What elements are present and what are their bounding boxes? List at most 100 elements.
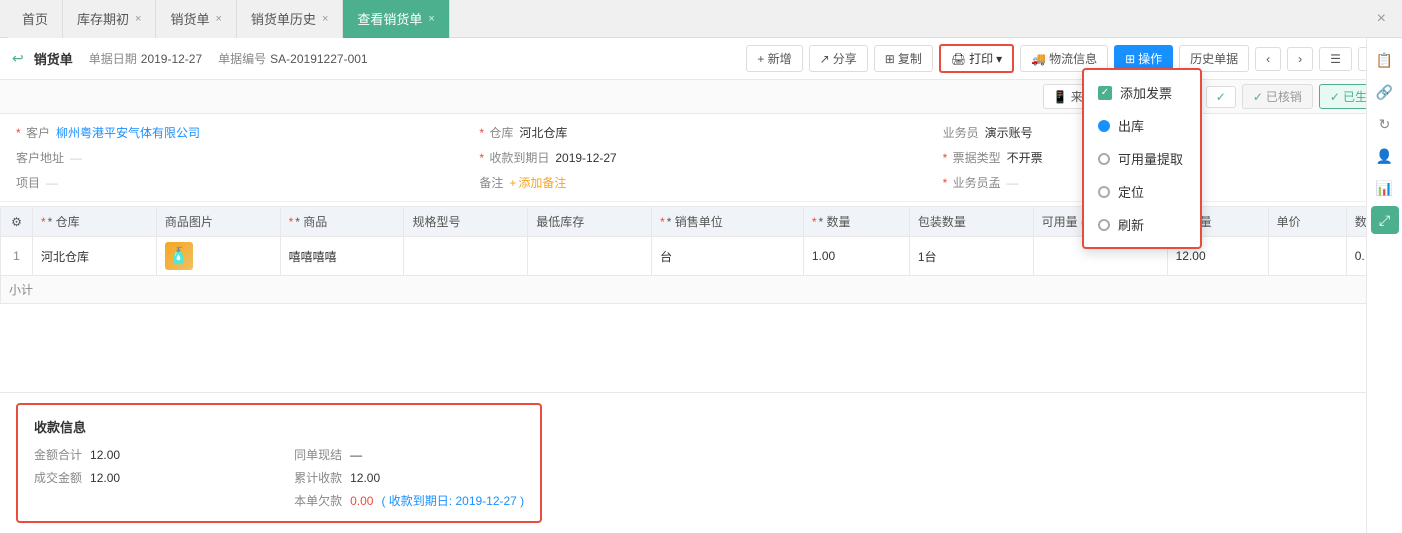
locate-icon: [1098, 186, 1110, 198]
refresh-icon: [1098, 219, 1110, 231]
next-doc-button[interactable]: ›: [1287, 47, 1313, 71]
tab-sales-history[interactable]: 销货单历史 ×: [237, 0, 343, 38]
payment-info-title: 收款信息: [34, 417, 524, 436]
locate-item[interactable]: 定位: [1084, 175, 1200, 208]
outbound-item[interactable]: 出库: [1084, 109, 1200, 142]
note-label: 备注: [479, 174, 503, 191]
tab-sales-label: 销货单: [170, 9, 209, 28]
customer-row: * * 客户 客户 柳州粤港平安气体有限公司: [16, 124, 459, 141]
col-image: 商品图片: [156, 207, 280, 237]
refresh-label: 刷新: [1118, 215, 1144, 234]
sales-staff-label: * 业务员孟: [943, 174, 1001, 191]
doc-number-item: 单据编号 SA-20191227-001: [218, 50, 367, 67]
row-warehouse: 河北仓库: [33, 237, 157, 276]
tab-view-sales-close[interactable]: ×: [428, 13, 434, 25]
subtotal-row: 小计: [1, 276, 1402, 304]
row-image: 🧴: [156, 237, 280, 276]
toolbar-actions: + 新增 ↗ 分享 ⊞ 复制 🖨 打印 ▾ 🚚 物流信息 ⊞ 操作: [746, 44, 1390, 73]
mobile-icon: 📱: [1053, 90, 1068, 104]
cumulative-payment-value: 12.00: [350, 471, 380, 485]
outbound-label: 出库: [1118, 116, 1144, 135]
logistics-button-label: 物流信息: [1049, 50, 1097, 67]
tab-inventory-close[interactable]: ×: [135, 13, 141, 25]
doc-number-value: SA-20191227-001: [270, 52, 367, 66]
row-price: [1268, 237, 1346, 276]
payment-date-row: * 收款到期日 2019-12-27: [479, 149, 922, 166]
sidebar-note-icon[interactable]: 📋: [1371, 46, 1399, 74]
list-view-button[interactable]: ☰: [1319, 47, 1352, 71]
doc-date-label: 单据日期: [89, 50, 137, 67]
sidebar-refresh-icon[interactable]: ↻: [1371, 110, 1399, 138]
tabs-bar: 首页 库存期初 × 销货单 × 销货单历史 × 查看销货单 × ×: [0, 0, 1402, 38]
tab-view-sales[interactable]: 查看销货单 ×: [343, 0, 449, 38]
print-dropdown-icon: ▾: [996, 52, 1002, 66]
add-invoice-item[interactable]: ✓ 添加发票: [1084, 76, 1200, 109]
doc-meta: 单据日期 2019-12-27 单据编号 SA-20191227-001: [89, 50, 368, 67]
col-min-stock: 最低库存: [528, 207, 652, 237]
cancelled-label: 已核销: [1266, 88, 1302, 105]
cumulative-payment-label: 累计收款: [294, 469, 342, 486]
cancelled-check-icon: ✓: [1253, 90, 1263, 104]
project-value: —: [46, 176, 58, 190]
doc-type-icon: ↩: [12, 50, 24, 67]
list-view-icon: ☰: [1330, 52, 1341, 66]
doc-date-value: 2019-12-27: [141, 52, 202, 66]
tab-sales-history-close[interactable]: ×: [322, 13, 328, 25]
available-qty-icon: [1098, 153, 1110, 165]
total-amount-value: 12.00: [90, 448, 120, 462]
tab-inventory[interactable]: 库存期初 ×: [63, 0, 156, 38]
tab-sales[interactable]: 销货单 ×: [156, 0, 236, 38]
locate-label: 定位: [1118, 182, 1144, 201]
copy-button[interactable]: ⊞ 复制: [874, 45, 933, 72]
copy-icon: ⊞: [885, 52, 895, 66]
add-note-button[interactable]: + + 添加备注 添加备注: [509, 174, 566, 191]
tab-home[interactable]: 首页: [8, 0, 63, 38]
note-row: 备注 + + 添加备注 添加备注: [479, 174, 922, 191]
share-button[interactable]: ↗ 分享: [809, 45, 868, 72]
row-qty: 1.00: [803, 237, 909, 276]
tabs-close-all[interactable]: ×: [1369, 6, 1394, 32]
effective-check-icon: ✓: [1330, 90, 1340, 104]
refresh-item[interactable]: 刷新: [1084, 208, 1200, 241]
cancelled-badge: ✓ 已核销: [1242, 84, 1313, 109]
print-button[interactable]: 🖨 打印 ▾: [939, 44, 1014, 73]
invoice-type-label: * 票据类型: [943, 149, 1001, 166]
subtotal-label: 小计: [1, 276, 1402, 304]
payment-date-label: * 收款到期日: [479, 149, 549, 166]
tab-view-sales-label: 查看销货单: [357, 9, 422, 28]
transaction-amount-value: 12.00: [90, 471, 120, 485]
outbound-icon: [1098, 120, 1110, 132]
sidebar-link-icon[interactable]: 🔗: [1371, 78, 1399, 106]
address-row: 客户地址 —: [16, 149, 459, 166]
available-qty-item[interactable]: 可用量提取: [1084, 142, 1200, 175]
same-order-item: 同单现结 —: [294, 446, 524, 463]
current-debt-label: 本单欠款: [294, 492, 342, 509]
col-spec: 规格型号: [404, 207, 528, 237]
customer-value[interactable]: 柳州粤港平安气体有限公司: [56, 124, 200, 141]
new-button[interactable]: + 新增: [746, 45, 802, 72]
print-icon: 🖨: [951, 52, 966, 66]
sidebar-user-icon[interactable]: 👤: [1371, 142, 1399, 170]
doc-number-label: 单据编号: [218, 50, 266, 67]
customer-label: * * 客户 客户: [16, 124, 50, 141]
payment-info: 收款信息 金额合计 12.00 同单现结 — 成交金额 12.00 累计收款 1…: [16, 403, 542, 523]
logistics-icon: 🚚: [1031, 52, 1046, 66]
operations-button-label: 操作: [1138, 50, 1162, 67]
warehouse-row: * 仓库 河北仓库: [479, 124, 922, 141]
total-amount-item: 金额合计 12.00: [34, 446, 264, 463]
same-order-label: 同单现结: [294, 446, 342, 463]
tab-sales-close[interactable]: ×: [215, 13, 221, 25]
address-label: 客户地址: [16, 149, 64, 166]
share-button-label: 分享: [833, 50, 857, 67]
confirm-icon: ✓: [1216, 90, 1226, 104]
col-product: ** 商品: [280, 207, 404, 237]
transaction-amount-label: 成交金额: [34, 469, 82, 486]
sidebar-expand-icon[interactable]: ⤢: [1371, 206, 1399, 234]
current-debt-item: 本单欠款 0.00 ( 收款到期日: 2019-12-27 ): [294, 492, 524, 509]
warehouse-value: 河北仓库: [519, 124, 567, 141]
confirm-button[interactable]: ✓: [1206, 86, 1236, 108]
prev-doc-button[interactable]: ‹: [1255, 47, 1281, 71]
current-debt-value: 0.00: [350, 494, 373, 508]
sidebar-chart-icon[interactable]: 📊: [1371, 174, 1399, 202]
row-product: 嘻嘻嘻嘻: [280, 237, 404, 276]
